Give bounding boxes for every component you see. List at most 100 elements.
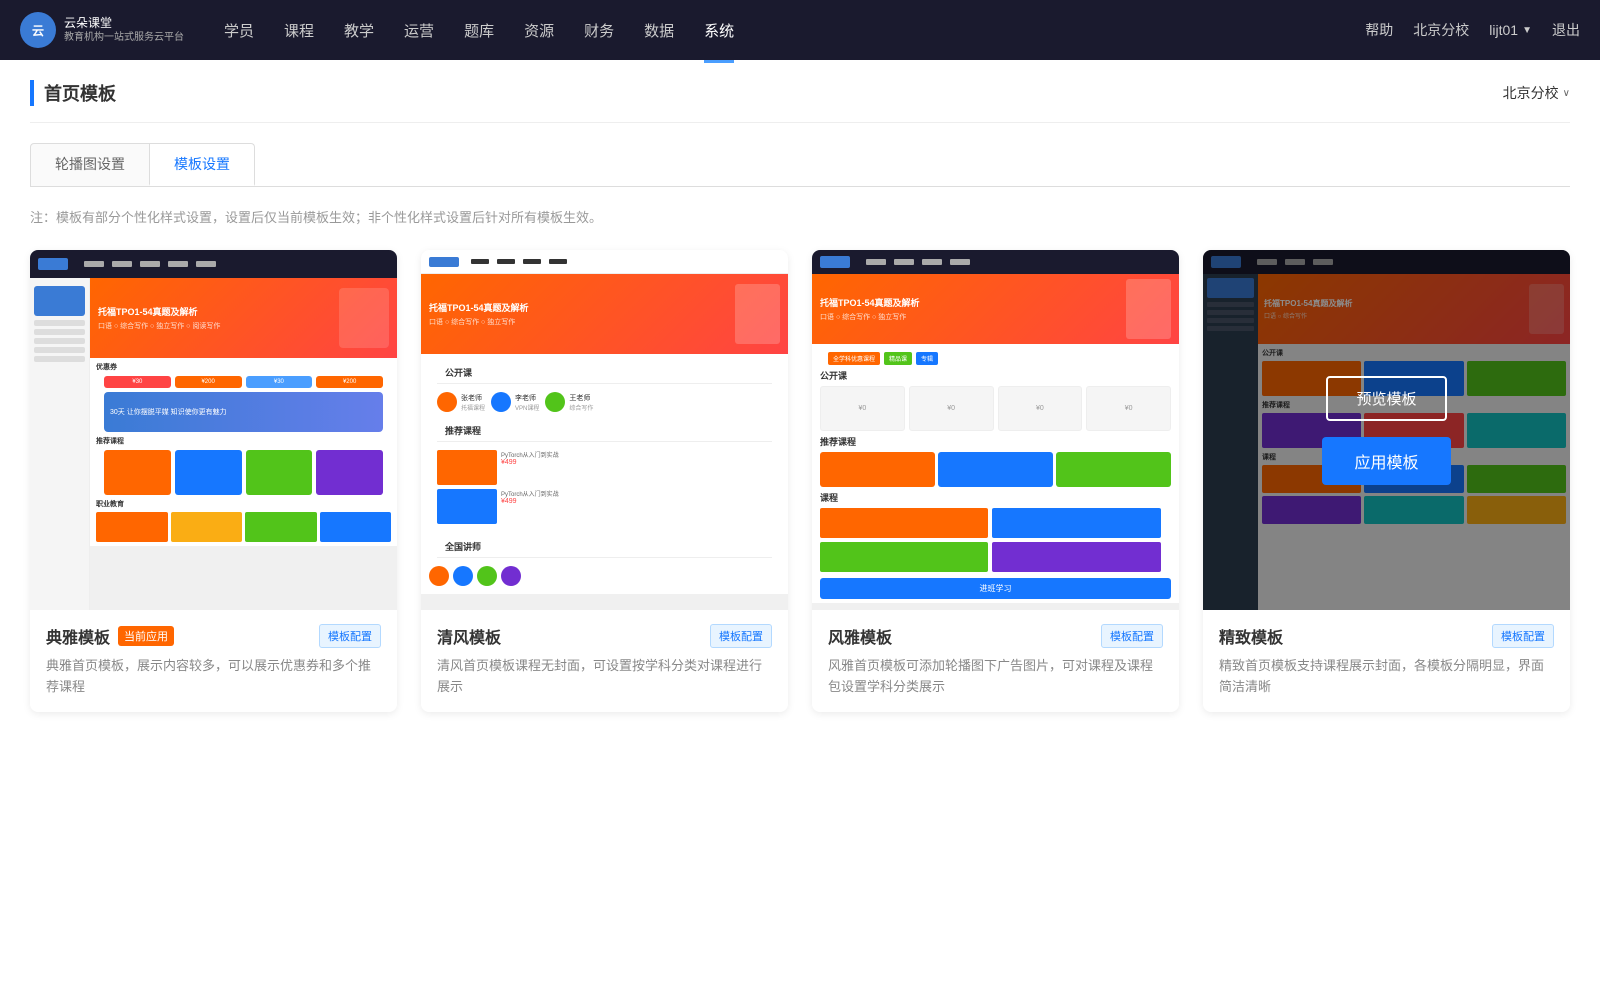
card-title-row-2: 清风模板 模板配置 bbox=[437, 624, 772, 648]
nav-item-students[interactable]: 学员 bbox=[224, 16, 254, 45]
nav-item-resources[interactable]: 资源 bbox=[524, 16, 554, 45]
t2-course-item-2: PyTorch从入门到实战 ¥499 bbox=[437, 489, 772, 524]
logo-title: 云朵课堂 bbox=[64, 15, 184, 32]
t1-rec-card-3 bbox=[246, 450, 313, 495]
navbar-left: 云 云朵课堂 教育机构一站式服务云平台 学员 课程 教学 运营 题库 资源 财务… bbox=[20, 12, 734, 48]
nav-item-teaching[interactable]: 教学 bbox=[344, 16, 374, 45]
t1-rec-card-2 bbox=[175, 450, 242, 495]
template-name-4: 精致模板 bbox=[1219, 624, 1283, 648]
card-footer-1: 典雅模板 当前应用 模板配置 典雅首页模板，展示内容较多，可以展示优惠券和多个推… bbox=[30, 610, 397, 712]
template-name-2: 清风模板 bbox=[437, 624, 501, 648]
t3-rec-banner-row bbox=[820, 452, 1171, 487]
card-title-row-3: 风雅模板 模板配置 bbox=[828, 624, 1163, 648]
t2-info-1: PyTorch从入门到实战 ¥499 bbox=[501, 450, 559, 485]
t1-coupon-2: ¥200 bbox=[175, 376, 242, 388]
tab-carousel[interactable]: 轮播图设置 bbox=[30, 143, 150, 186]
navbar-right: 帮助 北京分校 lijt01 ▼ 退出 bbox=[1365, 20, 1580, 40]
t1-promo-text: 30天 让你摆脱平媒 知识使你更有魅力 bbox=[110, 407, 227, 417]
t2-teacher-info-1: 张老师 托福课程 bbox=[461, 393, 485, 412]
template-overlay-4: 预览模板 应用模板 bbox=[1203, 250, 1570, 610]
t3-rec-banner-2 bbox=[938, 452, 1053, 487]
nav-item-finance[interactable]: 财务 bbox=[584, 16, 614, 45]
template-desc-1: 典雅首页模板，展示内容较多，可以展示优惠券和多个推荐课程 bbox=[46, 656, 381, 698]
t3-course-2 bbox=[992, 508, 1160, 538]
nav-branch[interactable]: 北京分校 bbox=[1413, 20, 1469, 40]
t1-header bbox=[30, 250, 397, 278]
navbar: 云 云朵课堂 教育机构一站式服务云平台 学员 课程 教学 运营 题库 资源 财务… bbox=[0, 0, 1600, 60]
t3-section-title-1: 公开课 bbox=[820, 369, 1171, 382]
nav-help[interactable]: 帮助 bbox=[1365, 20, 1393, 40]
t2-teacher-2: 李老师 VPN课程 bbox=[491, 392, 539, 412]
template-desc-4: 精致首页模板支持课程展示封面，各模板分隔明显，界面简洁清晰 bbox=[1219, 656, 1554, 698]
t2-avatar-2 bbox=[491, 392, 511, 412]
template-desc-3: 风雅首页模板可添加轮播图下广告图片，可对课程及课程包设置学科分类展示 bbox=[828, 656, 1163, 698]
config-badge-3[interactable]: 模板配置 bbox=[1101, 624, 1163, 648]
t1-coupon-row: ¥30 ¥200 ¥30 ¥200 bbox=[104, 376, 383, 388]
t3-tag-row: 全学科优惠课程 精品课 专辑 bbox=[828, 352, 1163, 365]
t2-teacher-1: 张老师 托福课程 bbox=[437, 392, 485, 412]
nav-username: lijt01 bbox=[1489, 22, 1518, 38]
t3-header bbox=[812, 250, 1179, 274]
logo-icon-text: 云 bbox=[32, 22, 44, 39]
t3-rec-banner-1 bbox=[820, 452, 935, 487]
card-title-row-4: 精致模板 模板配置 bbox=[1219, 624, 1554, 648]
t2-teacher-3: 王老师 综合写作 bbox=[545, 392, 593, 412]
t2-info-2: PyTorch从入门到实战 ¥499 bbox=[501, 489, 559, 524]
config-badge-2[interactable]: 模板配置 bbox=[710, 624, 772, 648]
template-preview-4: 托福TPO1-54真题及解析 口语 ○ 综合写作 公开课 bbox=[1203, 250, 1570, 610]
branch-label: 北京分校 bbox=[1503, 83, 1559, 103]
t2-section-title-2: 推荐课程 bbox=[437, 416, 772, 442]
t3-tag-3: 专辑 bbox=[916, 352, 938, 365]
t2-teacher-info-2: 李老师 VPN课程 bbox=[515, 393, 539, 412]
t3-tag-2: 精品课 bbox=[884, 352, 912, 365]
t3-course-4 bbox=[992, 542, 1160, 572]
mock-template-1: 托福TPO1-54真题及解析 口语 ○ 综合写作 ○ 独立写作 ○ 阅读写作 优… bbox=[30, 250, 397, 610]
t3-course-3 bbox=[820, 542, 988, 572]
t3-section-title-2: 推荐课程 bbox=[820, 435, 1171, 448]
t1-promo: 30天 让你摆脱平媒 知识使你更有魅力 bbox=[104, 392, 383, 432]
preview-button-4[interactable]: 预览模板 bbox=[1326, 376, 1446, 421]
logo: 云 云朵课堂 教育机构一站式服务云平台 bbox=[20, 12, 184, 48]
page-header: 首页模板 北京分校 ∨ bbox=[30, 80, 1570, 123]
note-text: 注：模板有部分个性化样式设置，设置后仅当前模板生效；非个性化样式设置后针对所有模… bbox=[30, 207, 1570, 226]
nav-item-operations[interactable]: 运营 bbox=[404, 16, 434, 45]
tab-bar: 轮播图设置 模板设置 bbox=[30, 143, 1570, 187]
template-preview-3: 托福TPO1-54真题及解析 口语 ○ 综合写作 ○ 独立写作 全学科优惠课程 … bbox=[812, 250, 1179, 610]
t1-coupon-3: ¥30 bbox=[246, 376, 313, 388]
card-title-row-1: 典雅模板 当前应用 模板配置 bbox=[46, 624, 381, 648]
t3-section-title-3: 课程 bbox=[820, 491, 1171, 504]
nav-item-data[interactable]: 数据 bbox=[644, 16, 674, 45]
nav-user[interactable]: lijt01 ▼ bbox=[1489, 22, 1532, 38]
t2-thumb-1 bbox=[437, 450, 497, 485]
t3-course-grid bbox=[820, 508, 1171, 572]
current-badge-1: 当前应用 bbox=[118, 626, 174, 646]
page-title: 首页模板 bbox=[30, 80, 116, 106]
nav-logout[interactable]: 退出 bbox=[1552, 20, 1580, 40]
t3-pub-cards: ¥0 ¥0 ¥0 ¥0 bbox=[820, 386, 1171, 431]
t3-rec-banner-3 bbox=[1056, 452, 1171, 487]
template-preview-2: 托福TPO1-54真题及解析 口语 ○ 综合写作 ○ 独立写作 公开课 bbox=[421, 250, 788, 610]
template-desc-2: 清风首页模板课程无封面，可设置按学科分类对课程进行展示 bbox=[437, 656, 772, 698]
logo-icon: 云 bbox=[20, 12, 56, 48]
t2-avatar-1 bbox=[437, 392, 457, 412]
config-badge-1[interactable]: 模板配置 bbox=[319, 624, 381, 648]
config-badge-4[interactable]: 模板配置 bbox=[1492, 624, 1554, 648]
apply-button-4[interactable]: 应用模板 bbox=[1322, 437, 1450, 485]
nav-item-system[interactable]: 系统 bbox=[704, 16, 734, 45]
logo-text: 云朵课堂 教育机构一站式服务云平台 bbox=[64, 15, 184, 46]
t1-rec-courses bbox=[104, 450, 383, 495]
template-name-1: 典雅模板 bbox=[46, 624, 110, 648]
t2-rec-courses: PyTorch从入门到实战 ¥499 PyTorch从入门到实战 ¥499 bbox=[429, 446, 780, 532]
t1-coupon-1: ¥30 bbox=[104, 376, 171, 388]
t2-section-title-1: 公开课 bbox=[437, 358, 772, 384]
t2-section-title-3: 全国讲师 bbox=[437, 532, 772, 558]
t2-teacher-info-3: 王老师 综合写作 bbox=[569, 393, 593, 412]
t2-teachers: 张老师 托福课程 李老师 VPN课程 bbox=[429, 388, 780, 416]
t1-banner-text: 托福TPO1-54真题及解析 口语 ○ 综合写作 ○ 独立写作 ○ 阅读写作 bbox=[98, 305, 331, 331]
nav-item-courses[interactable]: 课程 bbox=[284, 16, 314, 45]
t1-rec-card-4 bbox=[316, 450, 383, 495]
tab-template[interactable]: 模板设置 bbox=[149, 143, 255, 186]
nav-item-questions[interactable]: 题库 bbox=[464, 16, 494, 45]
branch-selector[interactable]: 北京分校 ∨ bbox=[1503, 83, 1570, 103]
nav-menu: 学员 课程 教学 运营 题库 资源 财务 数据 系统 bbox=[224, 16, 734, 45]
